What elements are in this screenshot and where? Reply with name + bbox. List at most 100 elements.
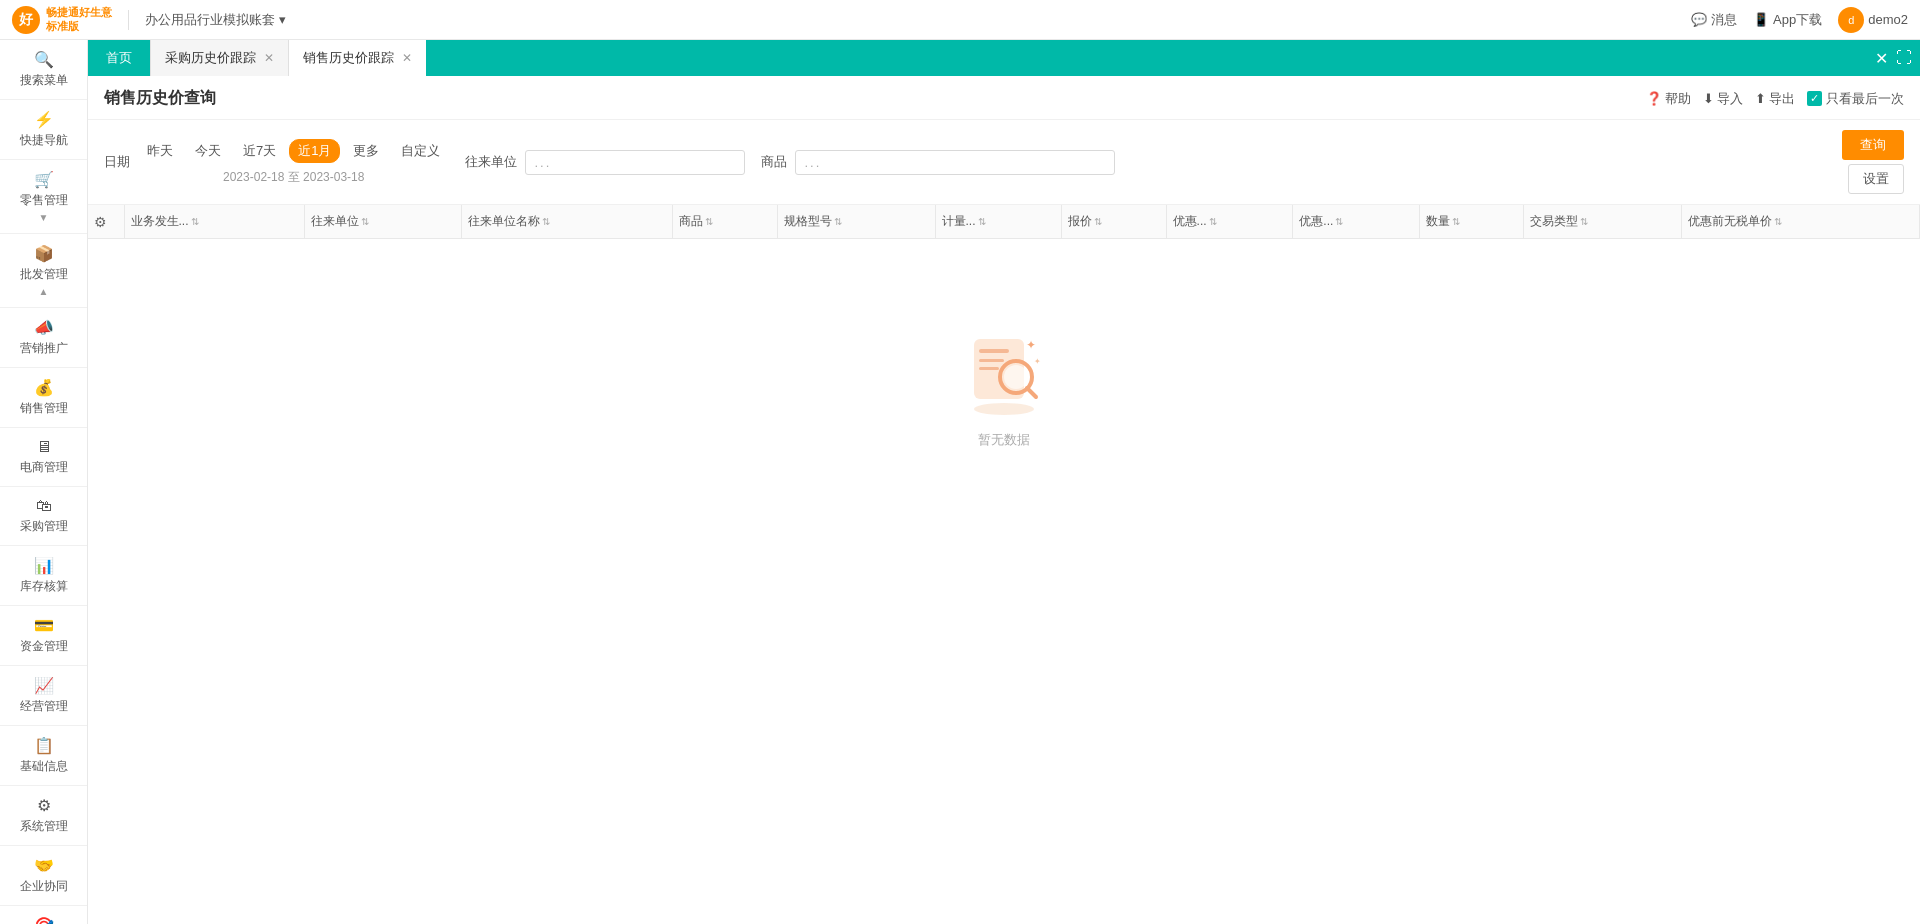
shortcut-7days[interactable]: 近7天 <box>234 139 285 163</box>
newbie-icon: 🎯 <box>34 916 54 924</box>
th-price[interactable]: 报价 ⇅ <box>1062 205 1166 239</box>
sort-icon: ⇅ <box>705 216 713 227</box>
tab-home[interactable]: 首页 <box>88 40 150 76</box>
sidebar-item-search[interactable]: 🔍 搜索菜单 <box>0 40 87 100</box>
export-icon: ⬆ <box>1755 91 1766 106</box>
chevron-down-icon: ▼ <box>39 212 49 223</box>
th-partner-name[interactable]: 往来单位名称 ⇅ <box>462 205 673 239</box>
th-discount1[interactable]: 优惠... ⇅ <box>1166 205 1293 239</box>
sidebar-item-marketing[interactable]: 📣 营销推广 <box>0 308 87 368</box>
sort-icon: ⇅ <box>1452 216 1460 227</box>
search-icon: 🔍 <box>34 50 54 69</box>
logo-icon: 好 <box>12 6 40 34</box>
svg-text:✦: ✦ <box>1026 338 1036 352</box>
th-qty[interactable]: 数量 ⇅ <box>1419 205 1523 239</box>
svg-rect-2 <box>979 349 1009 353</box>
sort-icon: ⇅ <box>1094 216 1102 227</box>
sidebar-item-finance[interactable]: 💳 资金管理 <box>0 606 87 666</box>
logo-area: 好 畅捷通好生意 标准版 <box>12 6 112 34</box>
sidebar-item-basic[interactable]: 📋 基础信息 <box>0 726 87 786</box>
export-button[interactable]: ⬆ 导出 <box>1755 90 1795 108</box>
partner-input-placeholder: ... <box>534 155 551 170</box>
partner-input[interactable]: ... <box>525 150 745 175</box>
main-layout: 🔍 搜索菜单 ⚡ 快捷导航 🛒 零售管理 ▼ 📦 批发管理 ▲ 📣 营销推广 💰… <box>0 40 1920 924</box>
tab-bar: 首页 采购历史价跟踪 ✕ 销售历史价跟踪 ✕ ✕ ⛶ <box>88 40 1920 76</box>
tab-sales-price[interactable]: 销售历史价跟踪 ✕ <box>288 40 426 76</box>
sidebar-item-newbie[interactable]: 🎯 新手引导 <box>0 906 87 924</box>
enterprise-icon: 🤝 <box>34 856 54 875</box>
app-download-button[interactable]: 📱 App下载 <box>1753 11 1822 29</box>
quick-icon: ⚡ <box>34 110 54 129</box>
close-icon[interactable]: ✕ <box>264 51 274 65</box>
page-title: 销售历史价查询 <box>104 88 216 109</box>
shortcut-1month[interactable]: 近1月 <box>289 139 340 163</box>
marketing-icon: 📣 <box>34 318 54 337</box>
inventory-icon: 📊 <box>34 556 54 575</box>
user-avatar-area[interactable]: d demo2 <box>1838 7 1908 33</box>
sidebar-item-purchase[interactable]: 🛍 采购管理 <box>0 487 87 546</box>
sidebar-item-retail[interactable]: 🛒 零售管理 ▼ <box>0 160 87 234</box>
maximize-icon[interactable]: ⛶ <box>1896 49 1912 67</box>
table-header-row: ⚙ 业务发生... ⇅ 往来单位 <box>88 205 1920 239</box>
th-unit[interactable]: 计量... ⇅ <box>935 205 1062 239</box>
workspace-selector[interactable]: 办公用品行业模拟账套 ▾ <box>145 11 286 29</box>
sort-icon: ⇅ <box>1335 216 1343 227</box>
sidebar-item-inventory[interactable]: 📊 库存核算 <box>0 546 87 606</box>
empty-illustration: ✦ ✦ <box>954 319 1054 419</box>
gear-icon[interactable]: ⚙ <box>94 214 107 230</box>
th-pretax-price[interactable]: 优惠前无税单价 ⇅ <box>1682 205 1920 239</box>
sort-icon: ⇅ <box>1774 216 1782 227</box>
sort-icon: ⇅ <box>1580 216 1588 227</box>
import-button[interactable]: ⬇ 导入 <box>1703 90 1743 108</box>
page-content: 销售历史价查询 ❓ 帮助 ⬇ 导入 ⬆ 导出 ✓ <box>88 76 1920 924</box>
th-spec[interactable]: 规格型号 ⇅ <box>777 205 935 239</box>
sidebar-item-wholesale[interactable]: 📦 批发管理 ▲ <box>0 234 87 308</box>
message-button[interactable]: 💬 消息 <box>1691 11 1737 29</box>
date-shortcuts: 昨天 今天 近7天 近1月 更多 自定义 2023-02-18 至 2023-0… <box>138 139 449 186</box>
help-icon: ❓ <box>1646 91 1662 106</box>
operations-icon: 📈 <box>34 676 54 695</box>
shortcut-custom[interactable]: 自定义 <box>392 139 449 163</box>
shortcut-yesterday[interactable]: 昨天 <box>138 139 182 163</box>
help-button[interactable]: ❓ 帮助 <box>1646 90 1691 108</box>
sort-icon: ⇅ <box>191 216 199 227</box>
th-product[interactable]: 商品 ⇅ <box>673 205 777 239</box>
th-trade-type[interactable]: 交易类型 ⇅ <box>1524 205 1682 239</box>
top-bar: 好 畅捷通好生意 标准版 办公用品行业模拟账套 ▾ 💬 消息 📱 App下载 d… <box>0 0 1920 40</box>
close-icon[interactable]: ✕ <box>402 51 412 65</box>
only-last-checkbox[interactable]: ✓ 只看最后一次 <box>1807 90 1904 108</box>
settings-button[interactable]: 设置 <box>1848 164 1904 194</box>
purchase-icon: 🛍 <box>36 497 52 515</box>
query-button[interactable]: 查询 <box>1842 130 1904 160</box>
svg-point-0 <box>974 403 1034 415</box>
content-area: 首页 采购历史价跟踪 ✕ 销售历史价跟踪 ✕ ✕ ⛶ 销售历史价查询 <box>88 40 1920 924</box>
th-discount2[interactable]: 优惠... ⇅ <box>1293 205 1420 239</box>
sidebar-item-ecommerce[interactable]: 🖥 电商管理 <box>0 428 87 487</box>
th-partner[interactable]: 往来单位 ⇅ <box>304 205 462 239</box>
avatar: d <box>1838 7 1864 33</box>
table-container: ⚙ 业务发生... ⇅ 往来单位 <box>88 205 1920 529</box>
tab-purchase-price[interactable]: 采购历史价跟踪 ✕ <box>150 40 288 76</box>
sort-icon: ⇅ <box>542 216 550 227</box>
retail-icon: 🛒 <box>34 170 54 189</box>
page-actions: ❓ 帮助 ⬇ 导入 ⬆ 导出 ✓ 只看最后一次 <box>1646 90 1904 108</box>
shortcut-today[interactable]: 今天 <box>186 139 230 163</box>
close-tab-icon[interactable]: ✕ <box>1875 49 1888 68</box>
sidebar-item-sales[interactable]: 💰 销售管理 <box>0 368 87 428</box>
checkbox-icon: ✓ <box>1807 91 1822 106</box>
sidebar-item-system[interactable]: ⚙ 系统管理 <box>0 786 87 846</box>
sort-icon: ⇅ <box>834 216 842 227</box>
filter-right-buttons: 查询 设置 <box>1842 130 1904 194</box>
sidebar-item-quick[interactable]: ⚡ 快捷导航 <box>0 100 87 160</box>
filter-bar: 日期 昨天 今天 近7天 近1月 更多 自定义 2023-02-18 至 202… <box>88 120 1920 205</box>
th-biz-date[interactable]: 业务发生... ⇅ <box>124 205 304 239</box>
shortcut-more[interactable]: 更多 <box>344 139 388 163</box>
sidebar-item-operations[interactable]: 📈 经营管理 <box>0 666 87 726</box>
sidebar-item-enterprise[interactable]: 🤝 企业协同 <box>0 846 87 906</box>
sales-icon: 💰 <box>34 378 54 397</box>
svg-rect-3 <box>979 359 1004 362</box>
chevron-up-icon: ▲ <box>39 286 49 297</box>
product-input[interactable]: ... <box>795 150 1115 175</box>
date-label: 日期 <box>104 153 130 171</box>
ecommerce-icon: 🖥 <box>36 438 52 456</box>
